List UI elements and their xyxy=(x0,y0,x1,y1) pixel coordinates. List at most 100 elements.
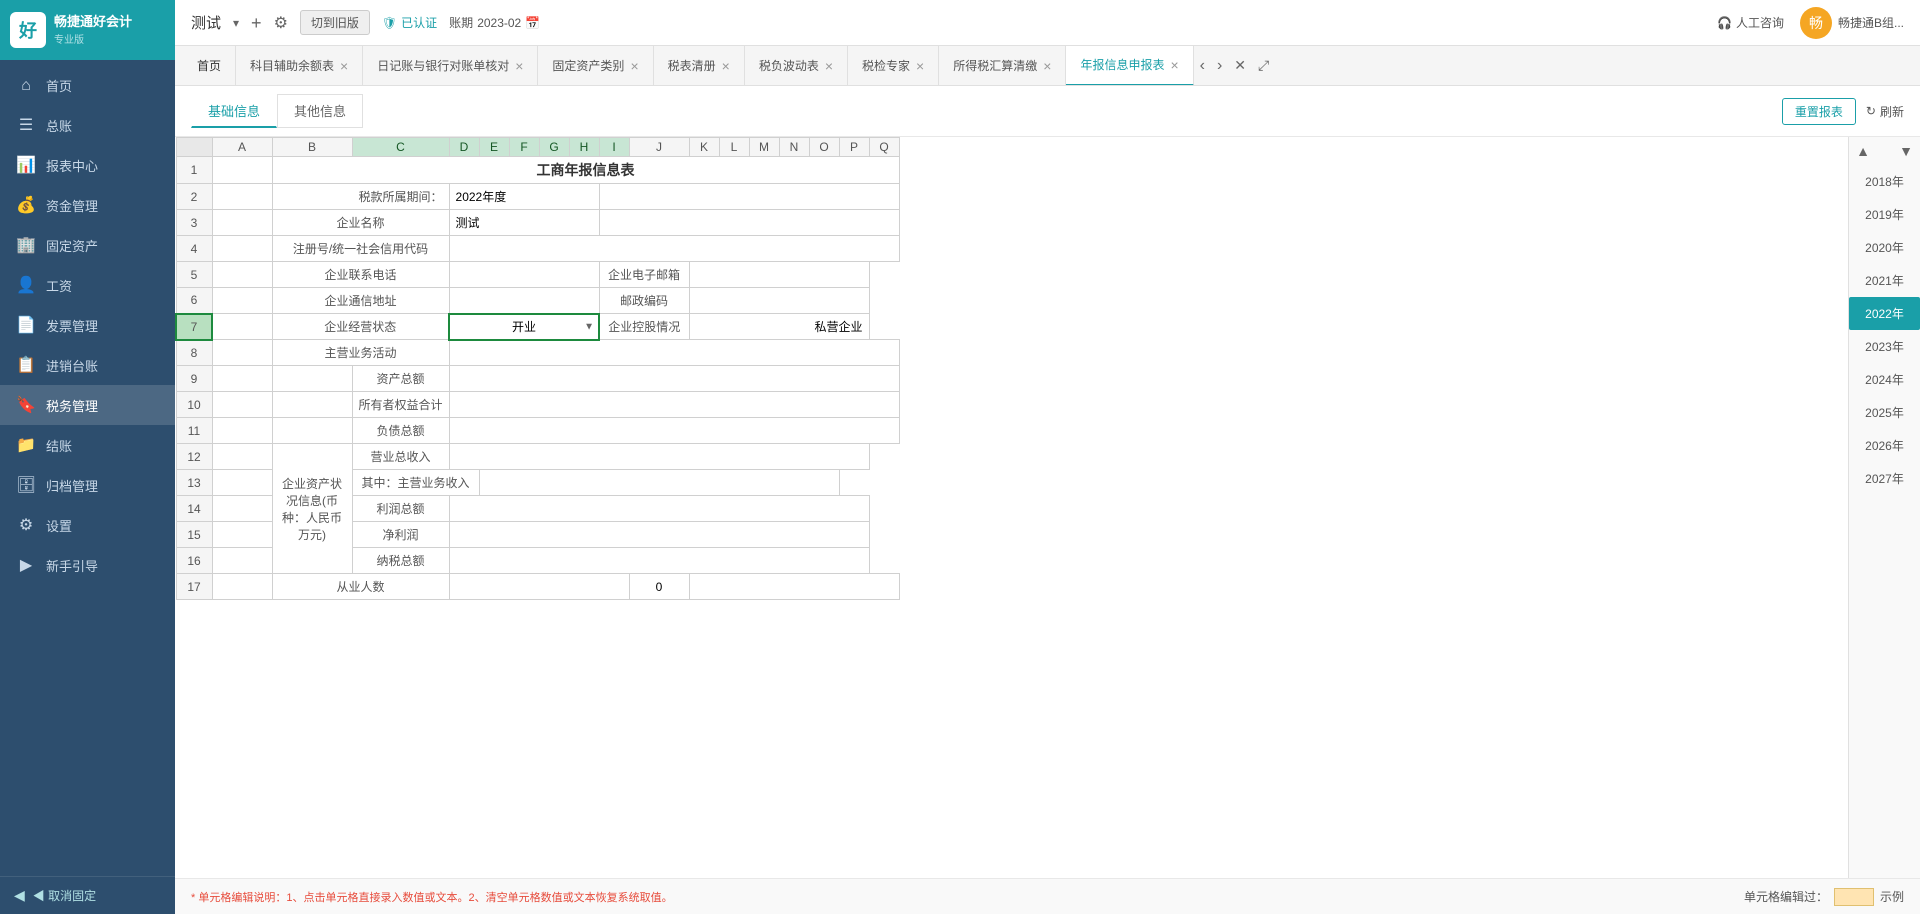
year-item-2023年[interactable]: 2023年 xyxy=(1849,330,1920,363)
nav-label: 固定资产 xyxy=(46,236,98,255)
tab-close-icon[interactable]: × xyxy=(630,59,638,73)
tab-label: 日记账与银行对账单核对 xyxy=(377,57,509,74)
add-tab-button[interactable]: + xyxy=(251,14,262,32)
app-subtitle: 专业版 xyxy=(54,31,132,46)
sidebar-item-发票管理[interactable]: 📄发票管理 xyxy=(0,305,175,345)
col-header-B: B xyxy=(272,138,352,157)
shield-icon: 🛡 xyxy=(382,16,397,30)
sheet-tabs: 基础信息其他信息 xyxy=(191,94,363,128)
sheet-actions: 重置报表 ↻ 刷新 xyxy=(1782,98,1904,125)
col-header-J: J xyxy=(629,138,689,157)
nav-icon: 🗄 xyxy=(16,475,36,495)
sidebar-item-工资[interactable]: 👤工资 xyxy=(0,265,175,305)
user-menu[interactable]: 畅 畅捷通B组... xyxy=(1800,7,1904,39)
col-header-D: D xyxy=(449,138,479,157)
logo-icon: 好 xyxy=(19,17,37,43)
spreadsheet-scroll[interactable]: ABCDEFGHIJKLMNOPQ 1 工商年报信息表 2 税款所属期间： 20… xyxy=(175,137,1848,878)
sidebar-item-进销台账[interactable]: 📋进销台账 xyxy=(0,345,175,385)
sheet-tab-基础信息[interactable]: 基础信息 xyxy=(191,94,277,128)
edited-label: 单元格编辑过： xyxy=(1744,888,1828,905)
year-next-button[interactable]: ▼ xyxy=(1896,143,1916,159)
project-dropdown[interactable]: ▾ xyxy=(233,16,239,30)
nav-label: 税务管理 xyxy=(46,396,98,415)
col-header-row xyxy=(176,138,212,157)
year-item-2018年[interactable]: 2018年 xyxy=(1849,165,1920,198)
headset-icon: 🎧 xyxy=(1717,16,1732,30)
reset-report-button[interactable]: 重置报表 xyxy=(1782,98,1856,125)
tab-label: 科目辅助余额表 xyxy=(250,57,334,74)
nav-icon: 🏢 xyxy=(16,235,36,255)
cancel-fix-label: ◀ 取消固定 xyxy=(33,887,96,904)
year-item-2027年[interactable]: 2027年 xyxy=(1849,462,1920,495)
spreadsheet-container: ABCDEFGHIJKLMNOPQ 1 工商年报信息表 2 税款所属期间： 20… xyxy=(175,137,1920,878)
col-header-K: K xyxy=(689,138,719,157)
tab-7[interactable]: 所得税汇算清缴 × xyxy=(939,46,1066,86)
sidebar-item-设置[interactable]: ⚙设置 xyxy=(0,505,175,545)
sidebar-item-固定资产[interactable]: 🏢 固定资产 xyxy=(0,225,175,265)
tab-label: 年报信息申报表 xyxy=(1080,56,1164,73)
sidebar-item-首页[interactable]: ⌂首页 xyxy=(0,66,175,105)
tab-6[interactable]: 税检专家× xyxy=(848,46,939,86)
col-header-M: M xyxy=(749,138,779,157)
tab-2[interactable]: 日记账与银行对账单核对 × xyxy=(363,46,538,86)
tab-prev-button[interactable]: ‹ xyxy=(1194,57,1211,75)
year-prev-button[interactable]: ▲ xyxy=(1853,143,1873,159)
sidebar-item-资金管理[interactable]: 💰资金管理 xyxy=(0,185,175,225)
sidebar-item-税务管理[interactable]: 🔖税务管理 xyxy=(0,385,175,425)
sidebar-item-归档管理[interactable]: 🗄归档管理 xyxy=(0,465,175,505)
avatar: 畅 xyxy=(1800,7,1832,39)
year-item-2020年[interactable]: 2020年 xyxy=(1849,231,1920,264)
expand-tab-button[interactable]: ⤢ xyxy=(1252,57,1275,74)
nav-label: 新手引导 xyxy=(46,556,98,575)
sidebar-item-总账[interactable]: ☰总账 xyxy=(0,105,175,145)
cell-1-A[interactable] xyxy=(212,157,272,184)
tab-next-button[interactable]: › xyxy=(1211,57,1228,75)
calendar-icon[interactable]: 📅 xyxy=(525,16,540,30)
tab-close-icon[interactable]: × xyxy=(515,59,523,73)
sidebar-item-报表中心[interactable]: 📊报表中心 xyxy=(0,145,175,185)
close-all-tabs-button[interactable]: ✕ xyxy=(1228,57,1252,74)
year-item-2019年[interactable]: 2019年 xyxy=(1849,198,1920,231)
settings-icon[interactable]: ⚙ xyxy=(274,13,288,33)
tab-close-icon[interactable]: × xyxy=(825,59,833,73)
app-logo: 好 xyxy=(10,12,46,48)
year-item-2022年[interactable]: 2022年 xyxy=(1849,297,1920,330)
tab-8[interactable]: 年报信息申报表 × xyxy=(1066,46,1193,86)
sidebar-item-结账[interactable]: 📁结账 xyxy=(0,425,175,465)
sidebar: 好 畅捷通好会计 专业版 ⌂首页☰总账📊报表中心💰资金管理🏢固定资产👤工资📄发票… xyxy=(0,0,175,914)
tab-5[interactable]: 税负波动表 × xyxy=(745,46,848,86)
row-num: 1 xyxy=(176,157,212,184)
col-header-C: C xyxy=(352,138,449,157)
year-item-2021年[interactable]: 2021年 xyxy=(1849,264,1920,297)
col-header-H: H xyxy=(569,138,599,157)
sidebar-footer[interactable]: ◀ ◀ 取消固定 xyxy=(0,876,175,914)
tab-label: 税负波动表 xyxy=(759,57,819,74)
year-item-2024年[interactable]: 2024年 xyxy=(1849,363,1920,396)
nav-icon: ⚙ xyxy=(16,515,36,535)
tab-close-icon[interactable]: × xyxy=(340,59,348,73)
sidebar-item-新手引导[interactable]: ▶新手引导 xyxy=(0,545,175,585)
refresh-button[interactable]: ↻ 刷新 xyxy=(1866,103,1904,120)
year-item-2025年[interactable]: 2025年 xyxy=(1849,396,1920,429)
certified-badge: 🛡 已认证 xyxy=(382,14,437,31)
col-header-E: E xyxy=(479,138,509,157)
tab-1[interactable]: 科目辅助余额表 × xyxy=(236,46,363,86)
sheet-area: 基础信息其他信息 重置报表 ↻ 刷新 xyxy=(175,86,1920,914)
switch-old-version-button[interactable]: 切到旧版 xyxy=(300,10,370,35)
tab-close-icon[interactable]: × xyxy=(1170,58,1178,72)
tab-0[interactable]: 首页 xyxy=(183,46,236,86)
sheet-tab-其他信息[interactable]: 其他信息 xyxy=(277,94,363,128)
tab-close-icon[interactable]: × xyxy=(722,59,730,73)
dropdown-business-status[interactable]: 开业 ▼ xyxy=(449,314,599,340)
edit-hint: * 单元格编辑说明：1、点击单元格直接录入数值或文本。2、清空单元格数值或文本恢… xyxy=(191,889,673,905)
year-item-2026年[interactable]: 2026年 xyxy=(1849,429,1920,462)
tab-close-icon[interactable]: × xyxy=(916,59,924,73)
tab-label: 所得税汇算清缴 xyxy=(953,57,1037,74)
tab-3[interactable]: 固定资产类别× xyxy=(538,46,653,86)
tab-close-icon[interactable]: × xyxy=(1043,59,1051,73)
tab-4[interactable]: 税表清册× xyxy=(654,46,745,86)
nav-icon: 💰 xyxy=(16,195,36,215)
topbar-right: 🎧 人工咨询 畅 畅捷通B组... xyxy=(1717,7,1904,39)
col-header-A: A xyxy=(212,138,272,157)
consult-button[interactable]: 🎧 人工咨询 xyxy=(1717,14,1784,31)
